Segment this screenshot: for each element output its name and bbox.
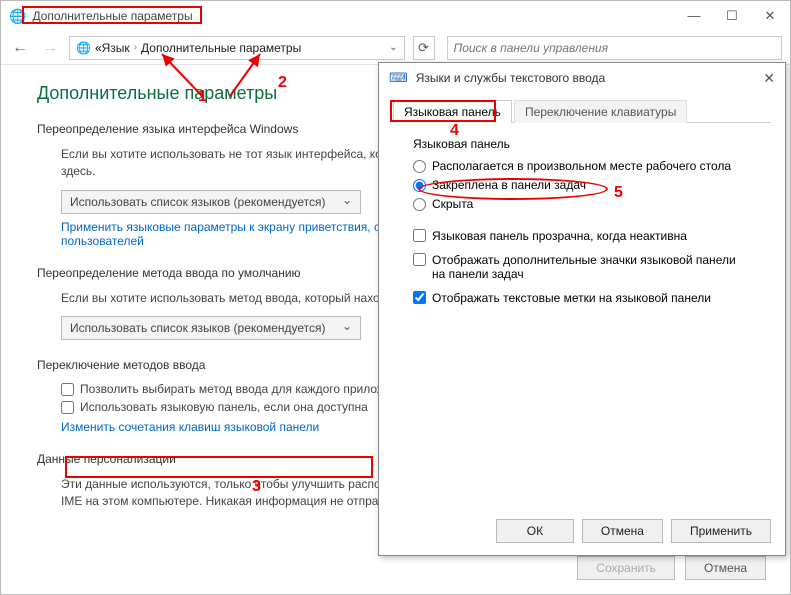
nav-back-button[interactable]: ← <box>9 37 31 59</box>
extra-icons-checkbox[interactable] <box>413 253 426 266</box>
group-header: Языковая панель <box>413 137 751 151</box>
breadcrumb-item-language[interactable]: Язык <box>102 41 130 55</box>
input-method-combo[interactable]: Использовать список языков (рекомендуетс… <box>61 316 361 340</box>
checkbox-label: Позволить выбирать метод ввода для каждо… <box>80 382 411 396</box>
text-labels-checkbox[interactable] <box>413 291 426 304</box>
breadcrumb-separator: › <box>130 42 141 53</box>
radio-label: Скрыта <box>432 197 473 211</box>
checkbox-label: Языковая панель прозрачна, когда неактив… <box>432 229 687 243</box>
nav-forward-button[interactable]: → <box>39 37 61 59</box>
use-language-bar-checkbox[interactable] <box>61 401 74 414</box>
nav-toolbar: ← → ↑ 🌐 « Язык › Дополнительные параметр… <box>1 31 790 65</box>
tab-keyboard-switch[interactable]: Переключение клавиатуры <box>514 100 687 123</box>
breadcrumb-prefix: « <box>95 41 102 55</box>
cancel-button[interactable]: Отмена <box>685 556 766 580</box>
refresh-button[interactable]: ⟳ <box>413 36 435 60</box>
breadcrumb-item-advanced[interactable]: Дополнительные параметры <box>141 41 301 55</box>
window-titlebar: 🌐 Дополнительные параметры — ☐ ✕ <box>1 1 790 31</box>
per-app-input-checkbox[interactable] <box>61 383 74 396</box>
window-title: Дополнительные параметры <box>32 9 192 23</box>
language-bar-dialog: ⌨ Языки и службы текстового ввода ✕ Язык… <box>378 62 786 556</box>
breadcrumb[interactable]: 🌐 « Язык › Дополнительные параметры ⌄ <box>69 36 405 60</box>
app-icon: 🌐 <box>9 8 26 25</box>
dialog-title: Языки и службы текстового ввода <box>416 71 605 85</box>
keyboard-icon: ⌨ <box>389 70 408 86</box>
checkbox-label: Отображать текстовые метки на языковой п… <box>432 291 711 305</box>
chevron-down-icon[interactable]: ⌄ <box>389 42 397 53</box>
dialog-cancel-button[interactable]: Отмена <box>582 519 663 543</box>
minimize-button[interactable]: — <box>682 8 706 24</box>
save-button[interactable]: Сохранить <box>577 556 675 580</box>
dialog-titlebar: ⌨ Языки и службы текстового ввода ✕ <box>379 63 785 93</box>
search-box[interactable] <box>447 36 783 60</box>
dialog-ok-button[interactable]: ОК <box>496 519 574 543</box>
close-button[interactable]: ✕ <box>758 8 782 24</box>
radio-floating[interactable] <box>413 160 426 173</box>
checkbox-label: Использовать языковую панель, если она д… <box>80 400 368 414</box>
maximize-button[interactable]: ☐ <box>720 8 744 24</box>
radio-hidden[interactable] <box>413 198 426 211</box>
dialog-apply-button[interactable]: Применить <box>671 519 771 543</box>
tab-language-bar[interactable]: Языковая панель <box>393 100 512 123</box>
radio-label: Располагается в произвольном месте рабоч… <box>432 159 731 173</box>
checkbox-label: Отображать дополнительные значки языково… <box>432 253 751 281</box>
ui-language-combo[interactable]: Использовать список языков (рекомендуетс… <box>61 190 361 214</box>
globe-icon: 🌐 <box>76 41 91 55</box>
search-input[interactable] <box>454 41 776 55</box>
dialog-close-button[interactable]: ✕ <box>763 70 775 87</box>
transparent-checkbox[interactable] <box>413 229 426 242</box>
radio-label: Закреплена в панели задач <box>432 178 586 192</box>
radio-docked[interactable] <box>413 179 426 192</box>
